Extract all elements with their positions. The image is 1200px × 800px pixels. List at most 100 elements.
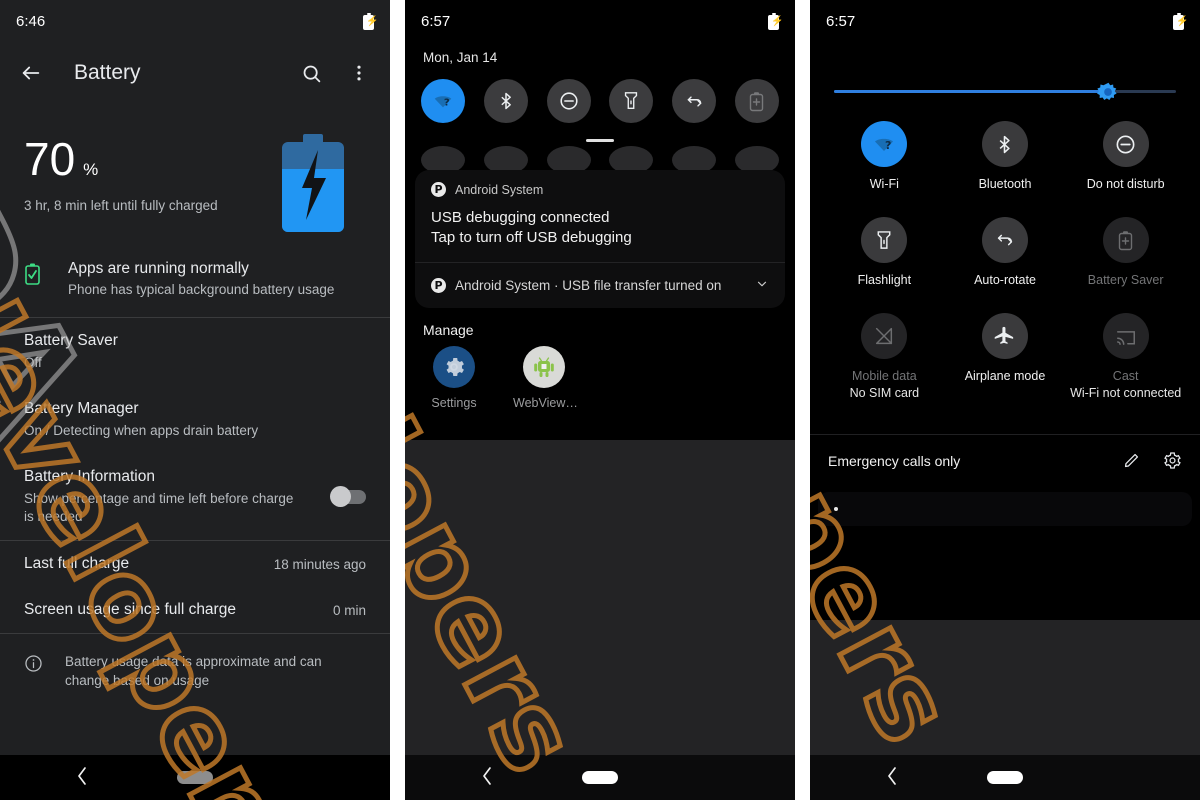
pref-battery-manager[interactable]: Battery Manager On / Detecting when apps…	[0, 386, 390, 454]
stat-last-full-charge[interactable]: Last full charge 18 minutes ago	[0, 541, 390, 587]
battery-charging-icon: ⚡	[363, 12, 378, 30]
status-bar-icons: ⚡	[768, 12, 783, 30]
info-icon	[24, 652, 43, 678]
recent-app-icons: Settings WebView…	[423, 346, 777, 410]
quick-settings-strip: ?	[405, 65, 795, 123]
qs-tile-airplane-mode[interactable]: Airplane mode	[945, 313, 1066, 400]
status-bar: 6:57 ⚡	[810, 0, 1200, 42]
qs-tile-label: Auto-rotate	[974, 273, 1036, 287]
quick-settings-grid: ? Wi-Fi Bluetooth Do not disturb Flashli…	[810, 93, 1200, 400]
qs-tile-sublabel: No SIM card	[849, 386, 920, 400]
pencil-icon[interactable]	[1122, 451, 1141, 470]
pref-battery-information[interactable]: Battery Information Show percentage and …	[0, 454, 390, 540]
navigation-bar	[0, 755, 390, 800]
qs-tile-flashlight[interactable]: Flashlight	[824, 217, 945, 287]
battery-charging-icon: ⚡	[1173, 12, 1188, 30]
more-vert-icon[interactable]	[344, 58, 374, 88]
nav-back-icon[interactable]	[886, 766, 899, 790]
quick-settings-footer: Emergency calls only	[810, 434, 1200, 486]
panel-gutter	[390, 0, 405, 800]
stat-value: 0 min	[332, 602, 366, 618]
qs-tile-label: Cast	[1112, 369, 1139, 383]
home-pill[interactable]	[582, 771, 618, 784]
shade-scrim	[405, 440, 795, 755]
pref-title: Battery Information	[24, 468, 155, 485]
pref-battery-saver[interactable]: Battery Saver Off	[0, 318, 390, 386]
status-bar-time: 6:57	[421, 12, 451, 30]
pref-summary: On / Detecting when apps drain battery	[24, 423, 259, 438]
status-bar-time: 6:46	[16, 12, 46, 30]
pref-summary: Off	[24, 355, 42, 370]
back-arrow-icon[interactable]	[16, 58, 46, 88]
qs-tile-flashlight[interactable]	[609, 79, 654, 123]
qs-tile-battery-saver[interactable]	[734, 79, 779, 123]
notification-title: USB debugging connected	[431, 209, 610, 226]
notification-shade-panel: XDA developers 6:57 ⚡ Mon, Jan 14 ?	[405, 0, 795, 800]
battery-status-summary: Phone has typical background battery usa…	[68, 282, 335, 297]
qs-tile-cast[interactable]: Cast Wi-Fi not connected	[1065, 313, 1186, 400]
cast-icon	[1102, 313, 1149, 359]
do-not-disturb-icon	[1102, 121, 1149, 167]
qs-tile-do-not-disturb[interactable]	[546, 79, 591, 123]
app-chip-settings[interactable]: Settings	[423, 346, 485, 410]
app-bar: Battery	[0, 42, 390, 104]
status-bar: 6:57 ⚡	[405, 0, 795, 42]
notification-usb-debugging[interactable]: P Android System USB debugging connected…	[415, 170, 785, 262]
battery-time-left: 3 hr, 8 min left until fully charged	[24, 198, 218, 213]
navigation-bar	[405, 755, 795, 800]
page-title: Battery	[74, 61, 141, 84]
qs-tile-sublabel: Wi-Fi not connected	[1070, 386, 1182, 400]
pref-summary: Show percentage and time left before cha…	[24, 491, 294, 524]
battery-saver-icon	[1102, 217, 1149, 263]
footnote-text: Battery usage data is approximate and ca…	[65, 654, 322, 688]
notification-usb-file-transfer[interactable]: P Android System · USB file transfer tur…	[415, 263, 785, 308]
qs-tile-do-not-disturb[interactable]: Do not disturb	[1065, 121, 1186, 191]
gear-icon[interactable]	[1163, 451, 1182, 470]
brightness-slider[interactable]	[810, 42, 1200, 100]
airplane-icon	[981, 313, 1028, 359]
home-pill[interactable]	[987, 771, 1023, 784]
quick-settings-second-row-peek	[405, 146, 795, 174]
qs-tile-wifi[interactable]: ?	[421, 79, 465, 123]
pref-title: Battery Saver	[24, 332, 118, 349]
nav-back-icon[interactable]	[76, 766, 89, 790]
stat-label: Screen usage since full charge	[24, 601, 236, 618]
status-bar-icons: ⚡	[1173, 12, 1188, 30]
qs-tile-label: Mobile data	[852, 369, 917, 383]
flashlight-icon	[861, 217, 908, 263]
chevron-down-icon[interactable]	[755, 277, 769, 294]
stat-label: Last full charge	[24, 555, 130, 572]
quick-settings-panel: XDA developers 6:57 ⚡	[810, 0, 1200, 800]
quick-settings-page-card[interactable]	[818, 492, 1192, 526]
qs-tile-label: Airplane mode	[964, 369, 1046, 383]
qs-tile-label: Wi-Fi	[869, 177, 899, 191]
status-bar-time: 6:57	[826, 12, 856, 30]
stat-screen-usage[interactable]: Screen usage since full charge 0 min	[0, 587, 390, 633]
search-icon[interactable]	[296, 58, 326, 88]
svg-text:?: ?	[885, 139, 891, 152]
android-system-badge: P	[431, 278, 446, 293]
app-chip-webview[interactable]: WebView…	[513, 346, 578, 410]
qs-tile-auto-rotate[interactable]: Auto-rotate	[945, 217, 1066, 287]
android-webview-icon	[523, 346, 565, 388]
qs-tile-auto-rotate[interactable]	[672, 79, 717, 123]
qs-tile-bluetooth[interactable]	[483, 79, 528, 123]
shade-drag-handle[interactable]	[586, 139, 614, 142]
app-name: Settings	[431, 396, 477, 410]
battery-percent-value: 70	[24, 133, 76, 185]
manage-bar: Manage Settings WebView…	[405, 308, 795, 410]
home-pill[interactable]	[177, 771, 213, 784]
qs-tile-battery-saver[interactable]: Battery Saver	[1065, 217, 1186, 287]
qs-tile-mobile-data[interactable]: Mobile data No SIM card	[824, 313, 945, 400]
qs-tile-bluetooth[interactable]: Bluetooth	[945, 121, 1066, 191]
nav-back-icon[interactable]	[481, 766, 494, 790]
manage-label[interactable]: Manage	[423, 322, 777, 338]
notification-group: P Android System USB debugging connected…	[415, 170, 785, 308]
notification-app-name: Android System	[455, 182, 544, 197]
qs-tile-wifi[interactable]: ? Wi-Fi	[824, 121, 945, 191]
svg-text:?: ?	[444, 98, 450, 109]
battery-charging-icon: ⚡	[768, 12, 783, 30]
battery-ok-icon	[24, 260, 46, 291]
battery-information-toggle[interactable]	[330, 486, 366, 507]
battery-percent-row: 70 %	[24, 136, 282, 182]
